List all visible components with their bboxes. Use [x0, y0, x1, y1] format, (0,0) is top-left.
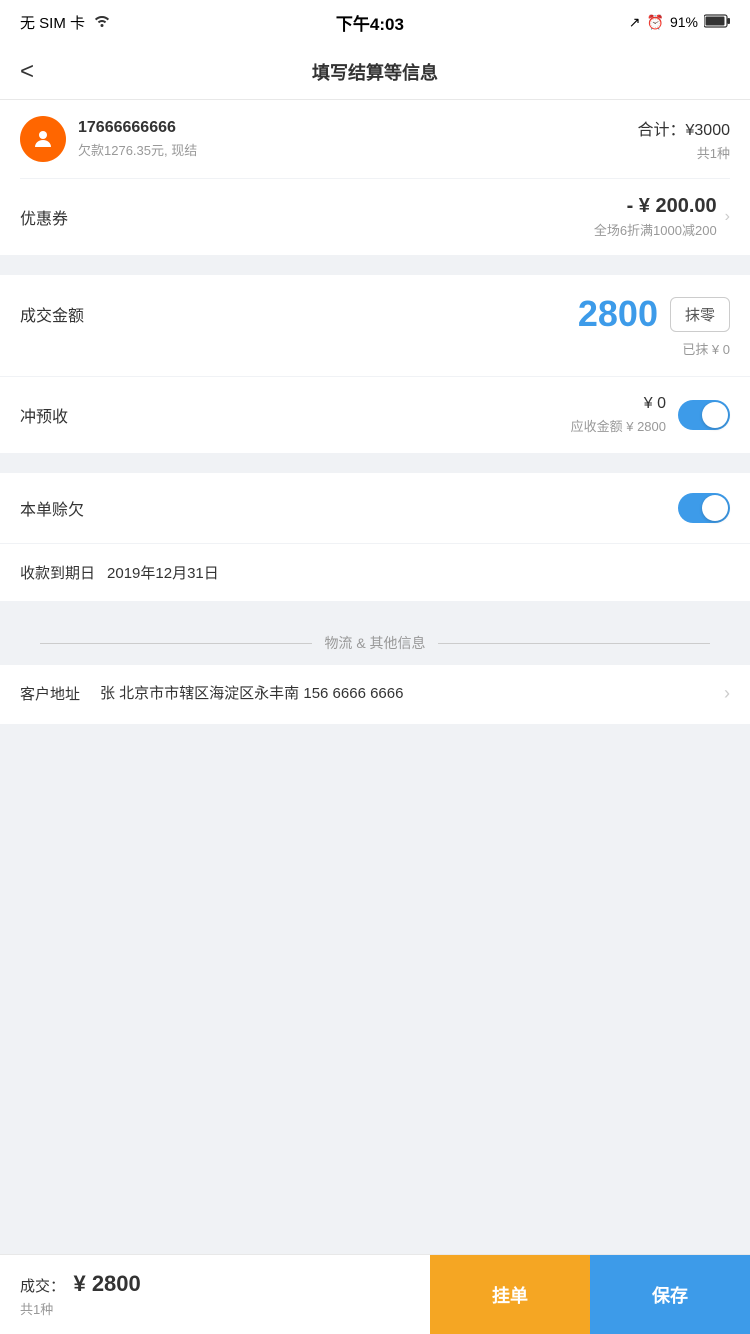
battery-icon — [704, 14, 730, 31]
deal-amount: 2800 — [578, 293, 658, 335]
pre-sub: 应收金额 ¥ 2800 — [571, 416, 666, 435]
back-button[interactable]: < — [20, 58, 34, 86]
user-left: 17666666666 欠款1276.35元, 现结 — [20, 116, 197, 162]
status-bar: 无 SIM 卡 下午4:03 ↗ ⏰ 91% — [0, 0, 750, 44]
total-count: 共1种 — [638, 143, 731, 162]
pre-receive-right: ¥ 0 应收金额 ¥ 2800 — [571, 395, 730, 435]
gray-separator-2 — [0, 463, 750, 473]
coupon-row[interactable]: 优惠券 - ¥ 200.00 全场6折满1000减200 › — [0, 179, 750, 255]
gray-separator — [0, 265, 750, 275]
alarm-icon: ⏰ — [647, 14, 664, 31]
due-date-row: 收款到期日 2019年12月31日 — [0, 543, 750, 601]
coupon-label: 优惠券 — [20, 205, 68, 229]
wifi-icon — [93, 13, 111, 31]
logistics-label: 物流 & 其他信息 — [324, 633, 425, 653]
user-info-section: 17666666666 欠款1276.35元, 现结 合计：¥3000 共1种 … — [0, 100, 750, 255]
due-date-label: 收款到期日 — [20, 562, 95, 583]
logistics-separator: 物流 & 其他信息 — [0, 621, 750, 665]
total-amount: 合计：¥3000 — [638, 116, 731, 140]
bottom-deal-amount: ¥ 2800 — [73, 1271, 140, 1296]
deal-section: 成交金额 2800 抹零 已抹 ¥ 0 冲预收 ¥ 0 应收金额 ¥ 2800 — [0, 275, 750, 453]
bottom-buttons: 挂单 保存 — [430, 1255, 750, 1334]
pre-amount-block: ¥ 0 应收金额 ¥ 2800 — [571, 395, 666, 435]
deal-label: 成交金额 — [20, 302, 84, 326]
pre-amount: ¥ 0 — [571, 395, 666, 413]
location-icon: ↗ — [629, 14, 641, 31]
pre-receive-row: 冲预收 ¥ 0 应收金额 ¥ 2800 — [0, 376, 750, 453]
sep-line-left — [40, 643, 312, 644]
bottom-count: 共1种 — [20, 1299, 410, 1318]
deal-row: 成交金额 2800 抹零 — [20, 293, 730, 335]
coupon-desc: 全场6折满1000减200 — [594, 220, 717, 239]
gray-separator-3 — [0, 611, 750, 621]
coupon-info: - ¥ 200.00 全场6折满1000减200 — [594, 195, 717, 239]
address-content: 张 北京市市辖区海淀区永丰南 156 6666 6666 — [100, 683, 716, 706]
user-right: 合计：¥3000 共1种 — [638, 116, 731, 162]
sep-line-right — [438, 643, 710, 644]
pre-receive-label: 冲预收 — [20, 403, 68, 427]
bottom-deal-label: 成交： — [20, 1278, 65, 1295]
chevron-right-icon: › — [725, 208, 730, 226]
deal-row-container: 成交金额 2800 抹零 已抹 ¥ 0 — [0, 275, 750, 376]
user-info: 17666666666 欠款1276.35元, 现结 — [78, 119, 197, 159]
address-row[interactable]: 客户地址 张 北京市市辖区海淀区永丰南 156 6666 6666 › — [0, 665, 750, 724]
status-left: 无 SIM 卡 — [20, 12, 111, 33]
coupon-right: - ¥ 200.00 全场6折满1000减200 › — [594, 195, 730, 239]
round-zero-button[interactable]: 抹零 — [670, 297, 730, 332]
bottom-summary: 成交： ¥ 2800 共1种 — [0, 1271, 430, 1318]
save-button[interactable]: 保存 — [590, 1255, 750, 1334]
address-chevron-icon: › — [724, 683, 730, 704]
debt-label: 本单赊欠 — [20, 496, 84, 520]
bottom-spacer — [0, 724, 750, 924]
no-sim-text: 无 SIM 卡 — [20, 12, 85, 33]
deal-right: 2800 抹零 — [578, 293, 730, 335]
coupon-amount: - ¥ 200.00 — [594, 195, 717, 218]
debt-section: 本单赊欠 收款到期日 2019年12月31日 — [0, 473, 750, 601]
status-right: ↗ ⏰ 91% — [629, 14, 730, 31]
hang-button[interactable]: 挂单 — [430, 1255, 590, 1334]
status-time: 下午4:03 — [336, 10, 404, 35]
page-title: 填写结算等信息 — [312, 59, 438, 85]
pre-receive-toggle[interactable] — [678, 400, 730, 430]
debt-toggle[interactable] — [678, 493, 730, 523]
user-sub: 欠款1276.35元, 现结 — [78, 140, 197, 159]
battery-text: 91% — [670, 14, 698, 30]
debt-row: 本单赊欠 — [0, 473, 750, 543]
avatar — [20, 116, 66, 162]
due-date-value: 2019年12月31日 — [107, 562, 219, 583]
deal-sub: 已抹 ¥ 0 — [20, 339, 730, 358]
logistics-sep-line: 物流 & 其他信息 — [0, 633, 750, 653]
address-label: 客户地址 — [20, 683, 80, 704]
bottom-bar: 成交： ¥ 2800 共1种 挂单 保存 — [0, 1254, 750, 1334]
user-phone: 17666666666 — [78, 119, 197, 137]
user-row: 17666666666 欠款1276.35元, 现结 合计：¥3000 共1种 — [0, 100, 750, 178]
bottom-deal-line: 成交： ¥ 2800 — [20, 1271, 410, 1297]
nav-bar: < 填写结算等信息 — [0, 44, 750, 100]
content-area: 17666666666 欠款1276.35元, 现结 合计：¥3000 共1种 … — [0, 100, 750, 1024]
